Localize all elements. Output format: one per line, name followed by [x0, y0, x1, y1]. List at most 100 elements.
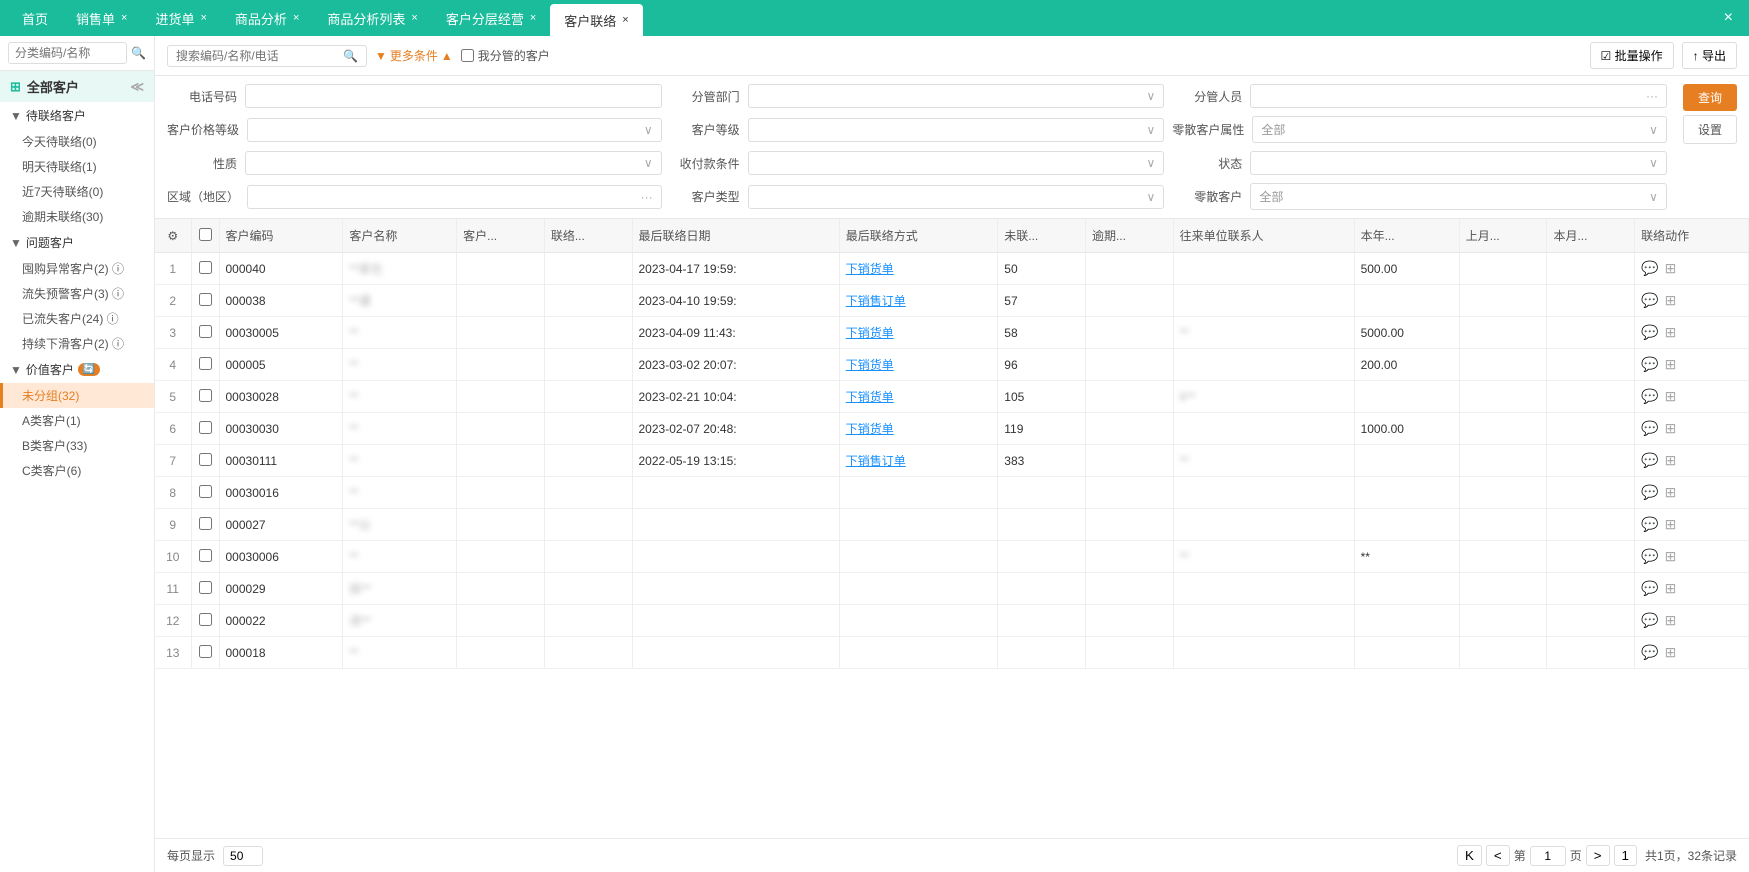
tab-sale-close[interactable]: × [121, 12, 127, 24]
td-name[interactable]: ** [343, 349, 457, 381]
action-chat-icon[interactable]: 💬 [1641, 612, 1658, 629]
filter-select-dept[interactable]: ∨ [748, 84, 1165, 108]
action-chat-icon[interactable]: 💬 [1641, 260, 1658, 277]
th-settings[interactable]: ⚙ [155, 219, 191, 253]
action-chat-icon[interactable]: 💬 [1641, 420, 1658, 437]
th-checkbox[interactable] [191, 219, 219, 253]
td-checkbox[interactable] [191, 637, 219, 669]
td-checkbox[interactable] [191, 253, 219, 285]
td-checkbox[interactable] [191, 573, 219, 605]
tab-sale[interactable]: 销售单 × [62, 0, 141, 36]
sidebar-group-pending[interactable]: ▼ 待联络客户 [0, 102, 154, 129]
td-last-method[interactable] [839, 573, 998, 605]
sidebar-item-tomorrow-pending[interactable]: 明天待联络(1) [0, 154, 154, 179]
filter-select-customer-grade[interactable]: ∨ [748, 118, 1165, 142]
reset-btn[interactable]: 设置 [1683, 115, 1737, 144]
tab-bar-close-btn[interactable]: × [1716, 9, 1741, 27]
tab-goods-analysis-list-close[interactable]: × [411, 12, 417, 24]
sidebar-item-overdue-pending[interactable]: 逾期未联络(30) [0, 204, 154, 229]
row-checkbox[interactable] [199, 293, 212, 306]
td-last-method[interactable] [839, 477, 998, 509]
action-chat-icon[interactable]: 💬 [1641, 388, 1658, 405]
td-last-method[interactable] [839, 637, 998, 669]
tab-goods-analysis[interactable]: 商品分析 × [221, 0, 313, 36]
td-last-method[interactable]: 下销货单 [839, 253, 998, 285]
filter-select-person[interactable]: ··· [1250, 84, 1667, 108]
row-checkbox[interactable] [199, 357, 212, 370]
td-name[interactable]: ** [343, 541, 457, 573]
row-checkbox[interactable] [199, 325, 212, 338]
td-last-method[interactable]: 下销货单 [839, 317, 998, 349]
td-last-method[interactable]: 下销货单 [839, 381, 998, 413]
td-last-method[interactable]: 下销货单 [839, 413, 998, 445]
sidebar-collapse-icon[interactable]: ≪ [130, 79, 144, 95]
td-name[interactable]: ** [343, 413, 457, 445]
td-checkbox[interactable] [191, 509, 219, 541]
td-last-method[interactable]: 下销货单 [839, 349, 998, 381]
filter-input-phone[interactable] [245, 84, 662, 108]
sidebar-item-abnormal[interactable]: 囤购异常客户(2) ⓘ [0, 256, 154, 281]
td-name[interactable]: ** [343, 477, 457, 509]
td-last-method[interactable] [839, 541, 998, 573]
tab-customer-layer-close[interactable]: × [530, 12, 536, 24]
filter-select-nature[interactable]: ∨ [245, 151, 662, 175]
action-grid-icon[interactable]: ⊞ [1665, 580, 1677, 597]
td-name[interactable]: 浓** [343, 605, 457, 637]
action-grid-icon[interactable]: ⊞ [1665, 324, 1677, 341]
action-grid-icon[interactable]: ⊞ [1665, 452, 1677, 469]
td-checkbox[interactable] [191, 349, 219, 381]
action-grid-icon[interactable]: ⊞ [1665, 548, 1677, 565]
td-name[interactable]: **公 [343, 509, 457, 541]
batch-ops-btn[interactable]: ☑ 批量操作 [1590, 42, 1674, 69]
filter-search-icon[interactable]: 🔍 [343, 49, 358, 63]
filter-select-payment[interactable]: ∨ [748, 151, 1165, 175]
filter-select-price-grade[interactable]: ∨ [247, 118, 662, 142]
row-checkbox[interactable] [199, 549, 212, 562]
row-checkbox[interactable] [199, 581, 212, 594]
action-chat-icon[interactable]: 💬 [1641, 452, 1658, 469]
td-checkbox[interactable] [191, 317, 219, 349]
tab-customer-layer[interactable]: 客户分层经营 × [432, 0, 550, 36]
footer-next-btn[interactable]: > [1586, 845, 1610, 866]
sidebar-item-ungroup[interactable]: 未分组(32) [0, 383, 154, 408]
td-checkbox[interactable] [191, 445, 219, 477]
action-grid-icon[interactable]: ⊞ [1665, 644, 1677, 661]
filter-select-retail-attr[interactable]: 全部 ∨ [1252, 116, 1667, 143]
row-checkbox[interactable] [199, 613, 212, 626]
action-chat-icon[interactable]: 💬 [1641, 324, 1658, 341]
footer-last-btn[interactable]: 1 [1614, 845, 1637, 866]
tab-goods-analysis-list[interactable]: 商品分析列表 × [313, 0, 431, 36]
action-grid-icon[interactable]: ⊞ [1665, 484, 1677, 501]
action-chat-icon[interactable]: 💬 [1641, 356, 1658, 373]
row-checkbox[interactable] [199, 421, 212, 434]
td-name[interactable]: **亲仕 [343, 253, 457, 285]
td-checkbox[interactable] [191, 381, 219, 413]
td-name[interactable]: ** [343, 637, 457, 669]
sidebar-item-lost[interactable]: 已流失客户(24) ⓘ [0, 306, 154, 331]
td-name[interactable]: ** [343, 317, 457, 349]
sidebar-item-declining[interactable]: 持续下滑客户(2) ⓘ [0, 331, 154, 356]
action-chat-icon[interactable]: 💬 [1641, 548, 1658, 565]
sidebar-group-problem[interactable]: ▼ 问题客户 [0, 229, 154, 256]
action-chat-icon[interactable]: 💬 [1641, 644, 1658, 661]
filter-search-input[interactable] [176, 49, 343, 63]
action-chat-icon[interactable]: 💬 [1641, 292, 1658, 309]
td-checkbox[interactable] [191, 541, 219, 573]
row-checkbox[interactable] [199, 261, 212, 274]
export-btn[interactable]: ↑ 导出 [1682, 42, 1737, 69]
action-chat-icon[interactable]: 💬 [1641, 580, 1658, 597]
row-checkbox[interactable] [199, 485, 212, 498]
action-grid-icon[interactable]: ⊞ [1665, 612, 1677, 629]
filter-select-status[interactable]: ∨ [1250, 151, 1667, 175]
tab-customer-contact[interactable]: 客户联络 × [550, 4, 642, 36]
td-checkbox[interactable] [191, 413, 219, 445]
my-customers-check[interactable] [461, 49, 474, 62]
action-grid-icon[interactable]: ⊞ [1665, 356, 1677, 373]
filter-select-customer-type[interactable]: ∨ [748, 185, 1165, 209]
action-chat-icon[interactable]: 💬 [1641, 484, 1658, 501]
td-checkbox[interactable] [191, 605, 219, 637]
row-checkbox[interactable] [199, 645, 212, 658]
td-name[interactable]: ** [343, 381, 457, 413]
more-conditions-btn[interactable]: ▼ 更多条件 ▲ [375, 47, 453, 64]
footer-page-size-input[interactable] [223, 846, 263, 866]
